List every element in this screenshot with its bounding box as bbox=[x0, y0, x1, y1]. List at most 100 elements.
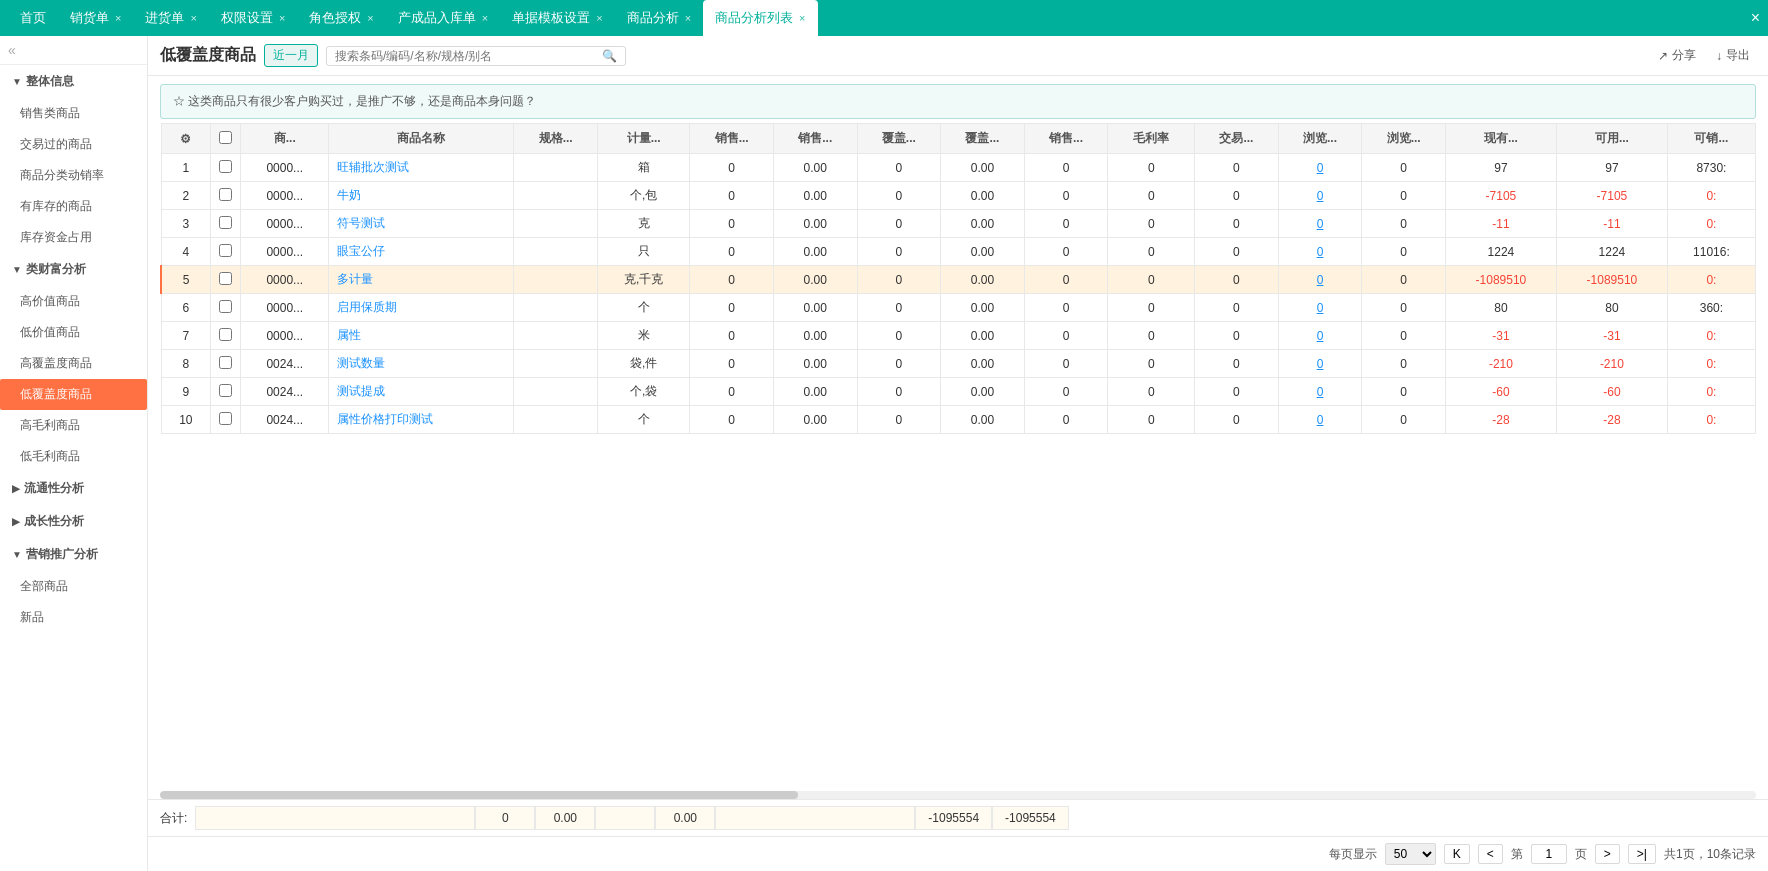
first-page-button[interactable]: K bbox=[1444, 844, 1470, 864]
row-select-checkbox[interactable] bbox=[219, 384, 232, 397]
close-icon[interactable]: × bbox=[596, 12, 602, 24]
row-checkbox[interactable] bbox=[211, 378, 241, 406]
sidebar-item-low-margin[interactable]: 低毛利商品 bbox=[0, 441, 147, 472]
nav-tab-purchase[interactable]: 进货单 × bbox=[133, 0, 208, 36]
close-icon[interactable]: × bbox=[482, 12, 488, 24]
row-browse1[interactable]: 0 bbox=[1278, 266, 1362, 294]
row-select-checkbox[interactable] bbox=[219, 272, 232, 285]
page-number-input[interactable] bbox=[1531, 844, 1567, 864]
row-name[interactable]: 测试提成 bbox=[329, 378, 514, 406]
row-name[interactable]: 启用保质期 bbox=[329, 294, 514, 322]
row-browse1[interactable]: 0 bbox=[1278, 350, 1362, 378]
row-sales2: 0 bbox=[1024, 238, 1108, 266]
row-select-checkbox[interactable] bbox=[219, 160, 232, 173]
row-browse1[interactable]: 0 bbox=[1278, 322, 1362, 350]
row-checkbox[interactable] bbox=[211, 406, 241, 434]
sidebar-item-sales-goods[interactable]: 销售类商品 bbox=[0, 98, 147, 129]
row-select-checkbox[interactable] bbox=[219, 244, 232, 257]
row-checkbox[interactable] bbox=[211, 238, 241, 266]
row-name[interactable]: 多计量 bbox=[329, 266, 514, 294]
row-select-checkbox[interactable] bbox=[219, 328, 232, 341]
row-name[interactable]: 牛奶 bbox=[329, 182, 514, 210]
row-browse1[interactable]: 0 bbox=[1278, 182, 1362, 210]
close-icon[interactable]: × bbox=[190, 12, 196, 24]
row-checkbox[interactable] bbox=[211, 182, 241, 210]
row-select-checkbox[interactable] bbox=[219, 216, 232, 229]
select-all-checkbox[interactable] bbox=[219, 131, 232, 144]
row-select-checkbox[interactable] bbox=[219, 188, 232, 201]
row-checkbox[interactable] bbox=[211, 350, 241, 378]
row-spec bbox=[514, 266, 598, 294]
row-select-checkbox[interactable] bbox=[219, 300, 232, 313]
sidebar-section-overall[interactable]: ▼ 整体信息 bbox=[0, 65, 147, 98]
close-icon[interactable]: × bbox=[685, 12, 691, 24]
close-icon[interactable]: × bbox=[367, 12, 373, 24]
nav-tab-role[interactable]: 角色授权 × bbox=[297, 0, 385, 36]
sidebar-item-new-goods[interactable]: 新品 bbox=[0, 602, 147, 633]
row-checkbox[interactable] bbox=[211, 294, 241, 322]
nav-tab-template[interactable]: 单据模板设置 × bbox=[500, 0, 614, 36]
sidebar-item-high-coverage[interactable]: 高覆盖度商品 bbox=[0, 348, 147, 379]
last-page-button[interactable]: >| bbox=[1628, 844, 1656, 864]
search-box[interactable]: 🔍 bbox=[326, 46, 626, 66]
close-icon[interactable]: × bbox=[799, 12, 805, 24]
close-icon[interactable]: × bbox=[115, 12, 121, 24]
sidebar-section-wealth[interactable]: ▼ 类财富分析 bbox=[0, 253, 147, 286]
row-browse1[interactable]: 0 bbox=[1278, 378, 1362, 406]
row-browse1[interactable]: 0 bbox=[1278, 238, 1362, 266]
next-page-button[interactable]: > bbox=[1595, 844, 1620, 864]
row-name[interactable]: 属性价格打印测试 bbox=[329, 406, 514, 434]
sidebar-item-stock-goods[interactable]: 有库存的商品 bbox=[0, 191, 147, 222]
horizontal-scrollbar[interactable] bbox=[160, 791, 1756, 799]
col-settings[interactable]: ⚙ bbox=[161, 124, 211, 154]
sidebar-item-traded-goods[interactable]: 交易过的商品 bbox=[0, 129, 147, 160]
sidebar-item-high-value[interactable]: 高价值商品 bbox=[0, 286, 147, 317]
sidebar-item-category-rate[interactable]: 商品分类动销率 bbox=[0, 160, 147, 191]
export-button[interactable]: ↓ 导出 bbox=[1710, 45, 1756, 66]
scrollbar-thumb[interactable] bbox=[160, 791, 798, 799]
nav-tab-goods-list[interactable]: 商品分析列表 × bbox=[703, 0, 817, 36]
row-name[interactable]: 测试数量 bbox=[329, 350, 514, 378]
nav-tab-goods-analysis[interactable]: 商品分析 × bbox=[615, 0, 703, 36]
close-icon[interactable]: × bbox=[279, 12, 285, 24]
row-browse1[interactable]: 0 bbox=[1278, 210, 1362, 238]
search-icon[interactable]: 🔍 bbox=[602, 49, 617, 63]
sidebar-item-all-goods[interactable]: 全部商品 bbox=[0, 571, 147, 602]
nav-tab-permission[interactable]: 权限设置 × bbox=[209, 0, 297, 36]
row-sales2: 0 bbox=[1024, 322, 1108, 350]
row-select-checkbox[interactable] bbox=[219, 412, 232, 425]
row-checkbox[interactable] bbox=[211, 322, 241, 350]
row-unit: 只 bbox=[598, 238, 690, 266]
row-select-checkbox[interactable] bbox=[219, 356, 232, 369]
row-name[interactable]: 旺辅批次测试 bbox=[329, 154, 514, 182]
row-sales-qty: 0 bbox=[690, 210, 774, 238]
nav-tab-home[interactable]: 首页 bbox=[8, 0, 58, 36]
sidebar-item-low-value[interactable]: 低价值商品 bbox=[0, 317, 147, 348]
row-name[interactable]: 属性 bbox=[329, 322, 514, 350]
row-browse1[interactable]: 0 bbox=[1278, 406, 1362, 434]
row-checkbox[interactable] bbox=[211, 154, 241, 182]
prev-page-button[interactable]: < bbox=[1478, 844, 1503, 864]
close-all-button[interactable]: × bbox=[1751, 9, 1760, 27]
row-name[interactable]: 符号测试 bbox=[329, 210, 514, 238]
share-button[interactable]: ↗ 分享 bbox=[1652, 45, 1702, 66]
period-button[interactable]: 近一月 bbox=[264, 44, 318, 67]
sidebar-section-marketing[interactable]: ▼ 营销推广分析 bbox=[0, 538, 147, 571]
page-size-select[interactable]: 50 20 100 200 bbox=[1385, 843, 1436, 865]
nav-tab-production[interactable]: 产成品入库单 × bbox=[386, 0, 500, 36]
row-browse1[interactable]: 0 bbox=[1278, 154, 1362, 182]
collapse-button[interactable]: « bbox=[8, 42, 16, 58]
sidebar-section-growth[interactable]: ▶ 成长性分析 bbox=[0, 505, 147, 538]
row-checkbox[interactable] bbox=[211, 266, 241, 294]
row-browse1[interactable]: 0 bbox=[1278, 294, 1362, 322]
sidebar-section-flow[interactable]: ▶ 流通性分析 bbox=[0, 472, 147, 505]
row-cover2: 0.00 bbox=[941, 406, 1025, 434]
sidebar-item-high-margin[interactable]: 高毛利商品 bbox=[0, 410, 147, 441]
search-input[interactable] bbox=[335, 49, 602, 63]
sidebar-item-low-coverage[interactable]: 低覆盖度商品 bbox=[0, 379, 147, 410]
nav-tab-sales[interactable]: 销货单 × bbox=[58, 0, 133, 36]
sidebar-item-stock-capital[interactable]: 库存资金占用 bbox=[0, 222, 147, 253]
row-name[interactable]: 眼宝公仔 bbox=[329, 238, 514, 266]
totals-label: 合计: bbox=[160, 810, 187, 827]
row-checkbox[interactable] bbox=[211, 210, 241, 238]
